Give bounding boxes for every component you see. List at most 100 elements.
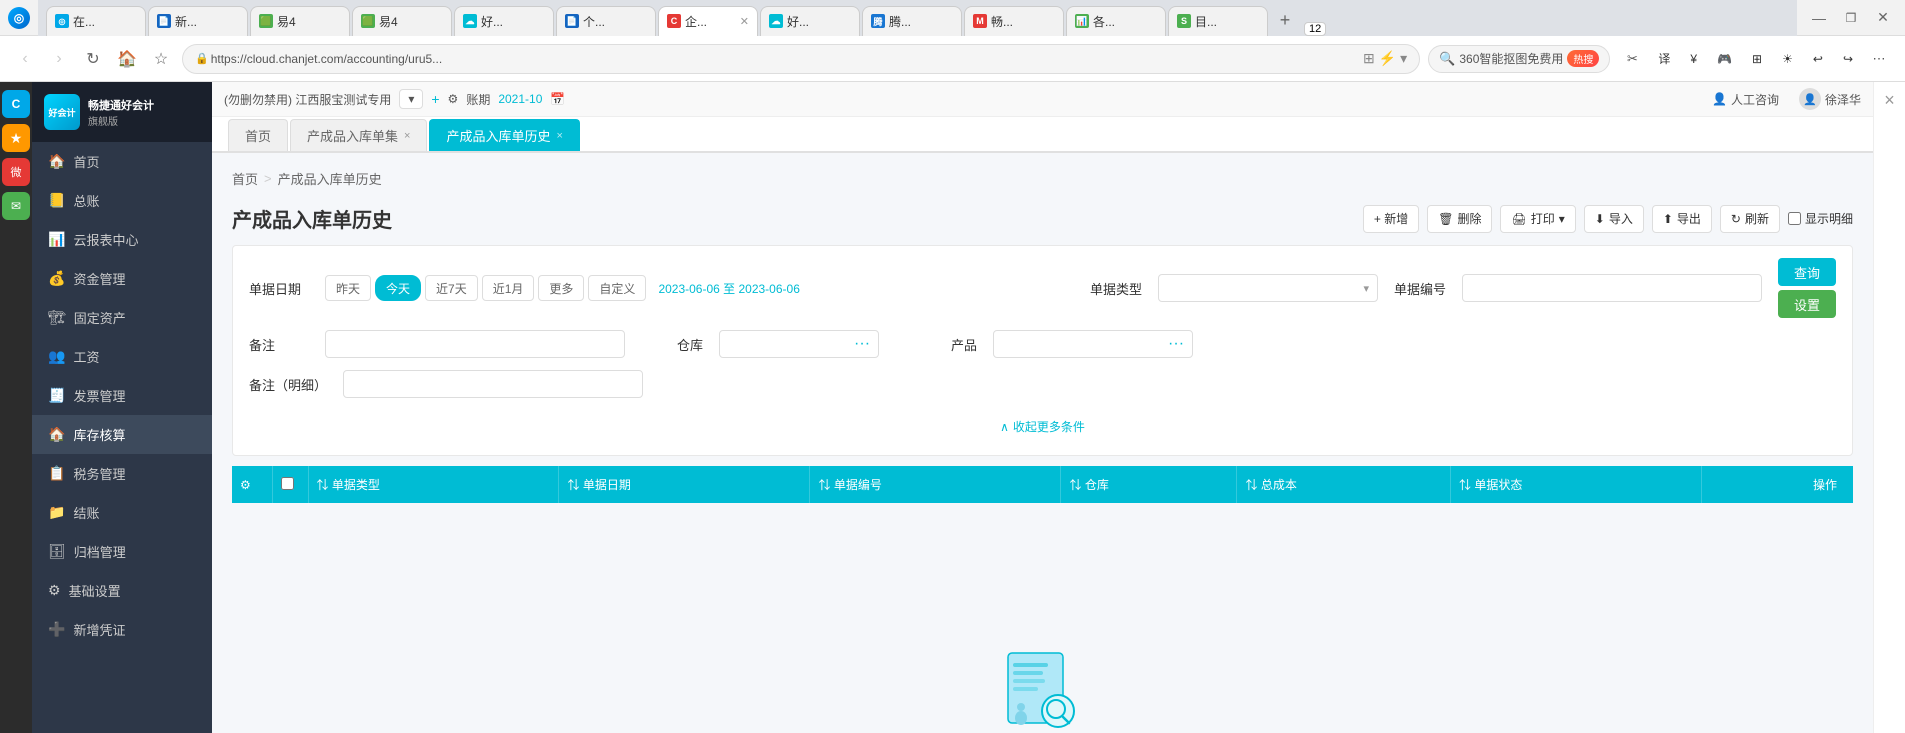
chanjet-icon[interactable]: C — [2, 90, 30, 118]
new-tab-button[interactable]: + — [1270, 6, 1300, 36]
warehouse-dots[interactable]: ··· — [854, 335, 870, 353]
back-button[interactable]: ‹ — [12, 46, 38, 72]
address-bar[interactable]: 🔒 https://cloud.chanjet.com/accounting/u… — [182, 44, 1420, 74]
date-1month[interactable]: 近1月 — [482, 275, 535, 301]
col-gear[interactable]: ⚙ — [232, 466, 272, 503]
undo-icon[interactable]: ↩ — [1805, 45, 1831, 73]
col-check[interactable] — [272, 466, 308, 503]
settings-filter-button[interactable]: 设置 — [1778, 290, 1836, 318]
tab-4[interactable]: 🟩 易4 — [352, 6, 452, 36]
star-app-icon[interactable]: ★ — [2, 124, 30, 152]
user-profile[interactable]: 👤 徐泽华 — [1799, 88, 1861, 110]
tab-7[interactable]: C 企... ✕ — [658, 6, 758, 36]
tab-9[interactable]: 腾 腾... — [862, 6, 962, 36]
date-today[interactable]: 今天 — [375, 275, 421, 301]
maximize-button[interactable]: ❒ — [1837, 6, 1865, 30]
sidebar-item-tax[interactable]: 📋 税务管理 — [32, 454, 212, 493]
content-tab-history[interactable]: 产成品入库单历史 × — [429, 119, 579, 151]
company-dropdown[interactable]: ▾ — [399, 89, 423, 109]
dropdown-nav-icon[interactable]: ▾ — [1400, 50, 1407, 67]
add-button[interactable]: + 新增 — [1363, 205, 1419, 233]
select-all-checkbox[interactable] — [281, 477, 294, 490]
delete-button[interactable]: 🗑 删除 — [1427, 205, 1492, 233]
date-custom[interactable]: 自定义 — [588, 275, 646, 301]
tab-7-close[interactable]: ✕ — [740, 15, 749, 28]
date-more[interactable]: 更多 — [538, 275, 584, 301]
company-settings-icon[interactable]: ⚙ — [448, 92, 459, 106]
product-select[interactable]: ··· — [993, 330, 1193, 358]
date-7days[interactable]: 近7天 — [425, 275, 478, 301]
mail-icon[interactable]: ✉ — [2, 192, 30, 220]
add-company-button[interactable]: + — [431, 91, 439, 107]
date-yesterday[interactable]: 昨天 — [325, 275, 371, 301]
content-tab-history-close[interactable]: × — [556, 130, 562, 142]
sidebar-item-home[interactable]: 🏠 首页 — [32, 142, 212, 181]
scissors-icon[interactable]: ✂ — [1618, 45, 1646, 73]
tab-6[interactable]: 📄 个... — [556, 6, 656, 36]
col-voucher-date[interactable]: ⇅ 单据日期 — [559, 466, 810, 503]
sidebar-item-inventory[interactable]: 🏠 库存核算 — [32, 415, 212, 454]
tab-10[interactable]: M 畅... — [964, 6, 1064, 36]
tab-5[interactable]: ☁ 好... — [454, 6, 554, 36]
apps-icon[interactable]: ⊞ — [1363, 50, 1375, 67]
tab-11[interactable]: 📊 各... — [1066, 6, 1166, 36]
sidebar-item-closing[interactable]: 📁 结账 — [32, 493, 212, 532]
import-button[interactable]: ⬇ 导入 — [1584, 205, 1644, 233]
sidebar-item-funds[interactable]: 💰 资金管理 — [32, 259, 212, 298]
tab-2[interactable]: 📄 新... — [148, 6, 248, 36]
browser-search-bar[interactable]: 🔍 360智能抠图免费用 热搜 — [1428, 45, 1610, 73]
more-options-icon[interactable]: ⋯ — [1865, 45, 1893, 73]
voucher-type-select[interactable]: ▾ — [1158, 274, 1378, 302]
content-tab-home[interactable]: 首页 — [228, 119, 288, 151]
collapse-filter-button[interactable]: ∧ 收起更多条件 — [249, 410, 1836, 443]
export-button[interactable]: ⬆ 导出 — [1652, 205, 1712, 233]
content-tab-list-close[interactable]: × — [404, 130, 410, 142]
remark-detail-input[interactable] — [343, 370, 643, 398]
sidebar-item-newvoucher[interactable]: ➕ 新增凭证 — [32, 610, 212, 649]
bookmark-button[interactable]: ☆ — [148, 46, 174, 72]
weibo-icon[interactable]: 微 — [2, 158, 30, 186]
refresh-button[interactable]: ↻ 刷新 — [1720, 205, 1780, 233]
voucher-no-input[interactable] — [1462, 274, 1762, 302]
show-detail-input[interactable] — [1788, 212, 1801, 225]
minimize-button[interactable]: — — [1805, 6, 1833, 30]
translate-button[interactable]: 译 — [1650, 45, 1678, 73]
redo-icon[interactable]: ↪ — [1835, 45, 1861, 73]
tab-8[interactable]: ☁ 好... — [760, 6, 860, 36]
content-tab-list[interactable]: 产成品入库单集 × — [290, 119, 427, 151]
breadcrumb-home[interactable]: 首页 — [232, 169, 258, 188]
warehouse-select[interactable]: ··· — [719, 330, 879, 358]
grid-icon[interactable]: ⊞ — [1744, 45, 1770, 73]
right-panel-close-button[interactable]: × — [1884, 90, 1895, 111]
col-warehouse[interactable]: ⇅ 仓库 — [1061, 466, 1237, 503]
lightning-icon[interactable]: ⚡ — [1379, 50, 1396, 67]
show-detail-checkbox[interactable]: 显示明细 — [1788, 210, 1853, 227]
theme-icon[interactable]: ☀ — [1774, 45, 1801, 73]
tab-3[interactable]: 🟩 易4 — [250, 6, 350, 36]
forward-button[interactable]: › — [46, 46, 72, 72]
col-voucher-type[interactable]: ⇅ 单据类型 — [308, 466, 559, 503]
sidebar-item-archive[interactable]: 🗄 归档管理 — [32, 532, 212, 571]
query-button[interactable]: 查询 — [1778, 258, 1836, 286]
col-voucher-status[interactable]: ⇅ 单据状态 — [1450, 466, 1701, 503]
tab-12[interactable]: S 目... — [1168, 6, 1268, 36]
game-icon[interactable]: 🎮 — [1709, 45, 1740, 73]
sidebar-item-reports[interactable]: 📊 云报表中心 — [32, 220, 212, 259]
product-dots[interactable]: ··· — [1168, 335, 1184, 353]
customer-service-button[interactable]: 👤 人工咨询 — [1712, 91, 1779, 108]
sidebar-item-settings[interactable]: ⚙ 基础设置 — [32, 571, 212, 610]
sidebar-item-invoice[interactable]: 🧾 发票管理 — [32, 376, 212, 415]
close-window-button[interactable]: ✕ — [1869, 6, 1897, 30]
print-button[interactable]: 🖨 打印 ▾ — [1500, 205, 1575, 233]
col-voucher-no[interactable]: ⇅ 单据编号 — [810, 466, 1061, 503]
remark-input[interactable] — [325, 330, 625, 358]
sidebar-item-assets[interactable]: 🏗 固定资产 — [32, 298, 212, 337]
yuan-icon[interactable]: ¥ — [1682, 45, 1705, 73]
home-nav-button[interactable]: 🏠 — [114, 46, 140, 72]
sidebar-item-ledger[interactable]: 📒 总账 — [32, 181, 212, 220]
refresh-button[interactable]: ↻ — [80, 46, 106, 72]
sidebar-item-payroll[interactable]: 👥 工资 — [32, 337, 212, 376]
tab-1[interactable]: ◎ 在... — [46, 6, 146, 36]
col-total-cost[interactable]: ⇅ 总成本 — [1237, 466, 1451, 503]
calendar-icon[interactable]: 📅 — [550, 92, 565, 106]
